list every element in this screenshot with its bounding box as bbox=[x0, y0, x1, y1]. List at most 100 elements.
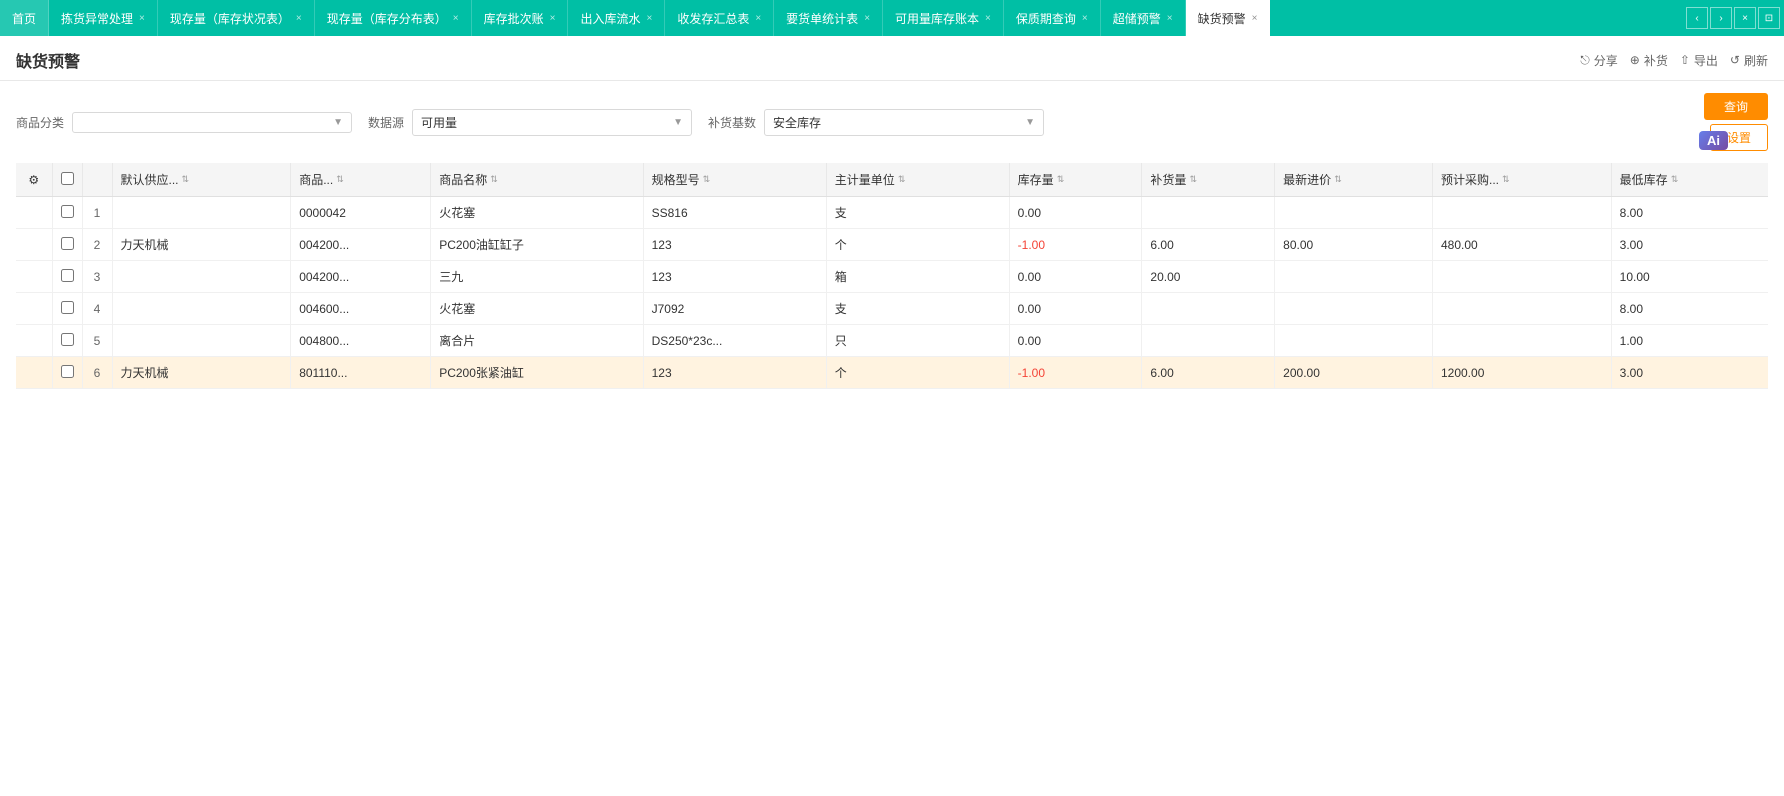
sort-icon: ⇅ bbox=[1189, 174, 1197, 185]
row-checkbox[interactable] bbox=[61, 365, 74, 378]
tab-close-btn[interactable]: × bbox=[1734, 7, 1756, 29]
category-select[interactable]: ▼ bbox=[72, 112, 352, 133]
tab-in-out-flow[interactable]: 出入库流水 × bbox=[568, 0, 665, 36]
th-latest-price[interactable]: 最新进价 ⇅ bbox=[1275, 163, 1433, 197]
row-product-name: 离合片 bbox=[431, 325, 643, 357]
row-checkbox[interactable] bbox=[61, 333, 74, 346]
category-filter-group: 商品分类 ▼ bbox=[16, 112, 352, 133]
page-container: 缺货预警 ⎋ 分享 ⊕ 补货 ⇧ 导出 ↺ 刷新 商品分类 bbox=[0, 36, 1784, 796]
row-unit: 只 bbox=[826, 325, 1009, 357]
th-estimated-purchase[interactable]: 预计采购... ⇅ bbox=[1432, 163, 1611, 197]
row-checkbox[interactable] bbox=[61, 205, 74, 218]
tab-nav-buttons: ‹ › × ⊡ bbox=[1682, 7, 1784, 29]
row-checkbox[interactable] bbox=[61, 269, 74, 282]
query-button[interactable]: 查询 bbox=[1704, 93, 1768, 120]
tab-collect-summary[interactable]: 收发存汇总表 × bbox=[665, 0, 774, 36]
select-all-checkbox[interactable] bbox=[61, 172, 74, 185]
tab-overstock[interactable]: 超储预警 × bbox=[1101, 0, 1186, 36]
tab-home[interactable]: 首页 bbox=[0, 0, 49, 36]
row-checkbox[interactable] bbox=[61, 301, 74, 314]
row-checkbox-cell[interactable] bbox=[52, 229, 82, 261]
datasource-select[interactable]: 可用量 ▼ bbox=[412, 109, 692, 136]
sort-icon: ⇅ bbox=[490, 174, 498, 185]
ai-badge[interactable]: Ai bbox=[1699, 131, 1728, 150]
row-unit: 箱 bbox=[826, 261, 1009, 293]
tab-next-btn[interactable]: › bbox=[1710, 7, 1732, 29]
row-checkbox[interactable] bbox=[61, 237, 74, 250]
tab-inventory-dist[interactable]: 现存量（库存分布表） × bbox=[315, 0, 472, 36]
tab-abnormal[interactable]: 拣货异常处理 × bbox=[49, 0, 158, 36]
row-gear-cell bbox=[16, 293, 52, 325]
row-latest-price bbox=[1275, 197, 1433, 229]
row-checkbox-cell[interactable] bbox=[52, 357, 82, 389]
tab-batch-account-close[interactable]: × bbox=[550, 13, 556, 24]
th-spec[interactable]: 规格型号 ⇅ bbox=[643, 163, 826, 197]
share-button[interactable]: ⎋ 分享 bbox=[1580, 52, 1618, 69]
row-latest-price: 200.00 bbox=[1275, 357, 1433, 389]
row-spec: 123 bbox=[643, 261, 826, 293]
replenish-button[interactable]: ⊕ 补货 bbox=[1630, 52, 1668, 69]
row-unit: 个 bbox=[826, 357, 1009, 389]
tab-fullscreen-btn[interactable]: ⊡ bbox=[1758, 7, 1780, 29]
row-checkbox-cell[interactable] bbox=[52, 293, 82, 325]
tab-batch-account[interactable]: 库存批次账 × bbox=[472, 0, 569, 36]
row-gear-cell bbox=[16, 197, 52, 229]
row-estimated-purchase bbox=[1432, 293, 1611, 325]
row-number: 2 bbox=[82, 229, 112, 261]
row-latest-price bbox=[1275, 261, 1433, 293]
sort-icon: ⇅ bbox=[703, 174, 711, 185]
row-spec: SS816 bbox=[643, 197, 826, 229]
datasource-label: 数据源 bbox=[368, 114, 404, 131]
th-default-supplier[interactable]: 默认供应... ⇅ bbox=[112, 163, 291, 197]
tab-inventory-status[interactable]: 现存量（库存状况表） × bbox=[158, 0, 315, 36]
tab-prev-btn[interactable]: ‹ bbox=[1686, 7, 1708, 29]
tab-demand-stats-close[interactable]: × bbox=[864, 13, 870, 24]
tab-inventory-status-close[interactable]: × bbox=[296, 13, 302, 24]
category-arrow-icon: ▼ bbox=[333, 117, 343, 128]
row-stock: -1.00 bbox=[1009, 229, 1142, 261]
row-latest-price: 80.00 bbox=[1275, 229, 1433, 261]
tab-expiry-query[interactable]: 保质期查询 × bbox=[1004, 0, 1101, 36]
row-unit: 支 bbox=[826, 293, 1009, 325]
tab-inventory-dist-close[interactable]: × bbox=[453, 13, 459, 24]
row-product-name: 三九 bbox=[431, 261, 643, 293]
row-checkbox-cell[interactable] bbox=[52, 197, 82, 229]
tab-in-out-flow-close[interactable]: × bbox=[646, 13, 652, 24]
tab-available-ledger[interactable]: 可用量库存账本 × bbox=[883, 0, 1004, 36]
row-latest-price bbox=[1275, 293, 1433, 325]
replenish-base-select[interactable]: 安全库存 ▼ bbox=[764, 109, 1044, 136]
tab-available-ledger-close[interactable]: × bbox=[985, 13, 991, 24]
table-row: 1 0000042 火花塞 SS816 支 0.00 8.00 bbox=[16, 197, 1768, 229]
row-replenish: 6.00 bbox=[1142, 229, 1275, 261]
datasource-arrow-icon: ▼ bbox=[673, 117, 683, 128]
tab-collect-summary-close[interactable]: × bbox=[755, 13, 761, 24]
th-product-code[interactable]: 商品... ⇅ bbox=[291, 163, 431, 197]
refresh-button[interactable]: ↺ 刷新 bbox=[1730, 52, 1768, 69]
tab-demand-stats[interactable]: 要货单统计表 × bbox=[774, 0, 883, 36]
th-replenish[interactable]: 补货量 ⇅ bbox=[1142, 163, 1275, 197]
th-checkbox[interactable] bbox=[52, 163, 82, 197]
row-estimated-purchase bbox=[1432, 261, 1611, 293]
th-stock[interactable]: 库存量 ⇅ bbox=[1009, 163, 1142, 197]
tab-shortage-close[interactable]: × bbox=[1252, 13, 1258, 24]
row-latest-price bbox=[1275, 325, 1433, 357]
export-button[interactable]: ⇧ 导出 bbox=[1680, 52, 1718, 69]
tab-expiry-query-close[interactable]: × bbox=[1082, 13, 1088, 24]
th-gear[interactable]: ⚙ bbox=[16, 163, 52, 197]
th-unit[interactable]: 主计量单位 ⇅ bbox=[826, 163, 1009, 197]
datasource-value: 可用量 bbox=[421, 114, 457, 131]
data-table: ⚙ 默认供应... ⇅ 商品... bbox=[16, 163, 1768, 389]
tab-abnormal-close[interactable]: × bbox=[139, 13, 145, 24]
row-checkbox-cell[interactable] bbox=[52, 325, 82, 357]
row-min-stock: 8.00 bbox=[1611, 293, 1768, 325]
th-product-name[interactable]: 商品名称 ⇅ bbox=[431, 163, 643, 197]
row-product-name: PC200张紧油缸 bbox=[431, 357, 643, 389]
row-replenish: 20.00 bbox=[1142, 261, 1275, 293]
row-checkbox-cell[interactable] bbox=[52, 261, 82, 293]
tab-shortage[interactable]: 缺货预警 × bbox=[1186, 0, 1271, 36]
row-product-code: 004200... bbox=[291, 261, 431, 293]
table-row: 4 004600... 火花塞 J7092 支 0.00 8.00 bbox=[16, 293, 1768, 325]
tab-overstock-close[interactable]: × bbox=[1167, 13, 1173, 24]
th-min-stock[interactable]: 最低库存 ⇅ bbox=[1611, 163, 1768, 197]
category-label: 商品分类 bbox=[16, 114, 64, 131]
